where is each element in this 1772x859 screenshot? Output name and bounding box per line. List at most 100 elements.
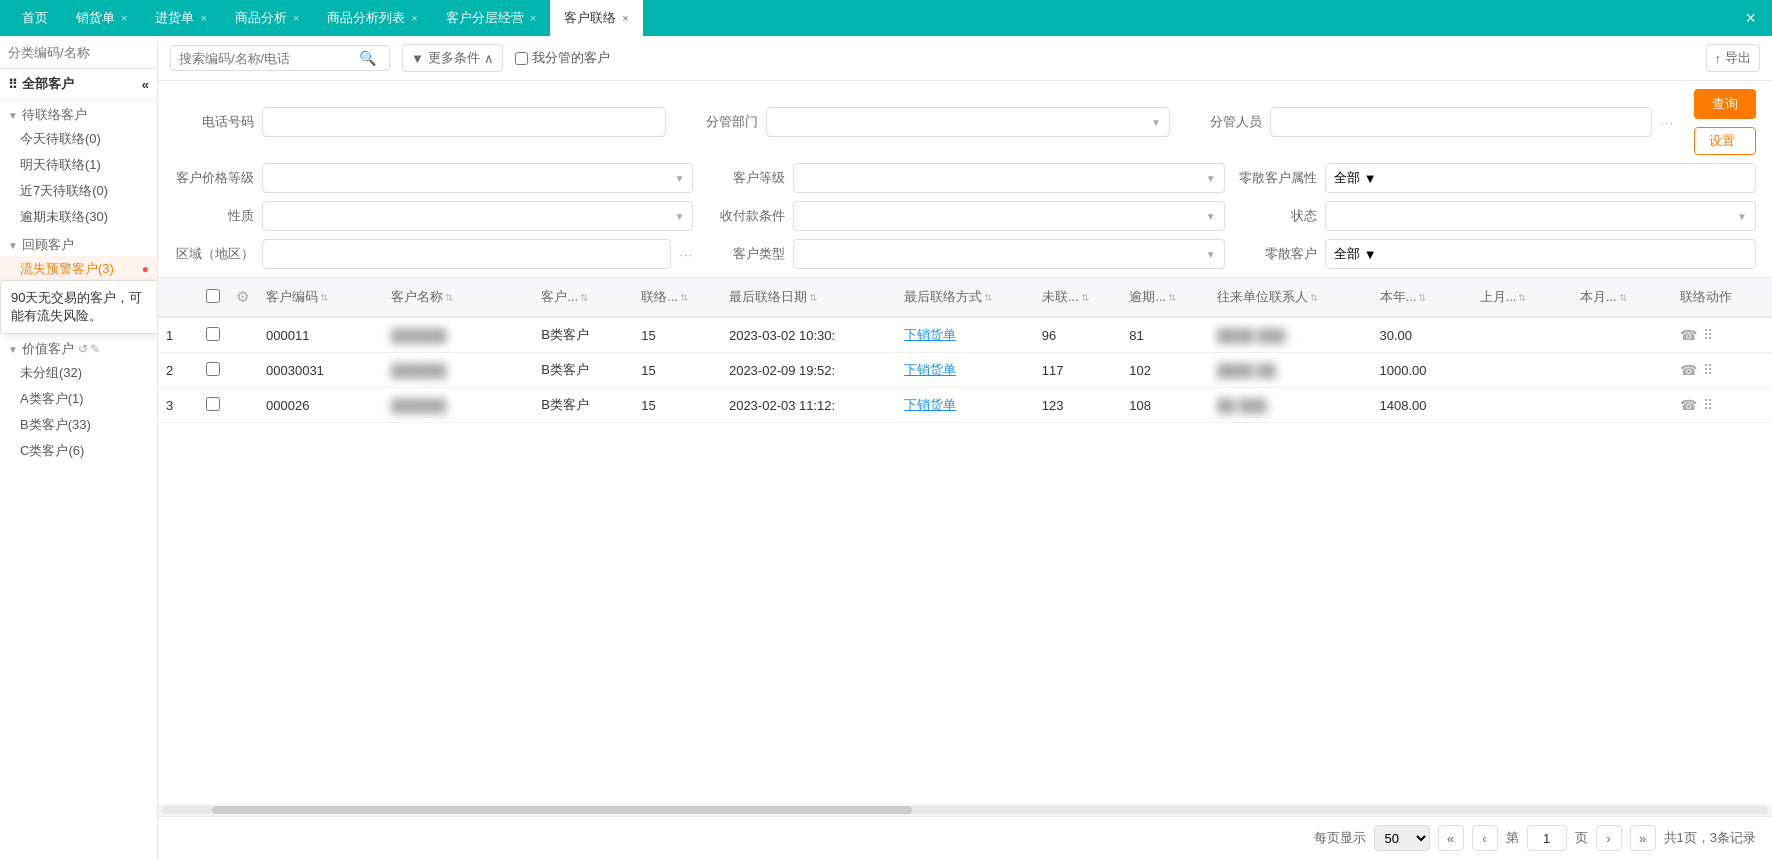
col-code[interactable]: 客户编码 ⇅	[258, 278, 383, 317]
more-icon[interactable]: ⠿	[1703, 362, 1713, 378]
nav-home[interactable]: 首页	[8, 0, 62, 36]
sidebar-item-ungrouped[interactable]: 未分组(32)	[0, 360, 157, 386]
status-select[interactable]: ▼	[1325, 201, 1756, 231]
row-index: 1	[158, 317, 198, 353]
sidebar-item-today[interactable]: 今天待联络(0)	[0, 126, 157, 152]
col-overdue[interactable]: 逾期... ⇅	[1121, 278, 1209, 317]
close-icon[interactable]: ×	[411, 12, 417, 24]
horizontal-scrollbar[interactable]	[158, 804, 1772, 816]
filter-row-1: 电话号码 分管部门 ▼ 分管人员 ···	[174, 89, 1756, 155]
col-last-month[interactable]: 上月... ⇅	[1472, 278, 1572, 317]
col-last-method[interactable]: 最后联络方式 ⇅	[896, 278, 1034, 317]
sidebar-group-pending[interactable]: ▼ 待联络客户	[0, 100, 157, 126]
col-this-month[interactable]: 本月... ⇅	[1572, 278, 1672, 317]
filter-more-button[interactable]: ▼ 更多条件 ∧	[402, 44, 503, 72]
nav-customer-contact[interactable]: 客户联络 ×	[550, 0, 642, 36]
sidebar-item-overdue[interactable]: 逾期未联络(30)	[0, 204, 157, 230]
my-customers-checkbox-wrap[interactable]: 我分管的客户	[515, 49, 610, 67]
filter-retail-attr: 零散客户属性 全部 ▼	[1237, 163, 1756, 193]
sort-icon: ⇅	[580, 292, 588, 303]
dept-select[interactable]: ▼	[766, 107, 1170, 137]
export-button[interactable]: ↑ 导出	[1706, 44, 1761, 72]
page-input[interactable]	[1527, 825, 1567, 851]
close-icon[interactable]: ×	[200, 12, 206, 24]
row-type: B类客户	[533, 388, 633, 423]
customer-type-select[interactable]: ▼	[793, 239, 1224, 269]
nature-select[interactable]: ▼	[262, 201, 693, 231]
filter-row-4: 区域（地区） ··· 客户类型 ▼ 零散客户 全部	[174, 239, 1756, 269]
refresh-icon[interactable]: ↺	[78, 342, 88, 356]
price-level-label: 客户价格等级	[174, 169, 254, 187]
retail-attr-select[interactable]: 全部 ▼	[1325, 163, 1756, 193]
close-all-button[interactable]: ×	[1737, 8, 1764, 29]
query-button[interactable]: 查询	[1694, 89, 1756, 119]
sidebar-group-value[interactable]: ▼ 价值客户 ↺ ✎	[0, 334, 157, 360]
next-page-button[interactable]: ›	[1596, 825, 1622, 851]
retail-customer-select[interactable]: 全部 ▼	[1325, 239, 1756, 269]
dots-icon[interactable]: ···	[679, 247, 693, 262]
my-customers-checkbox[interactable]	[515, 52, 528, 65]
last-page-button[interactable]: »	[1630, 825, 1656, 851]
close-icon[interactable]: ×	[121, 12, 127, 24]
sidebar-all-customers[interactable]: ⠿ 全部客户 «	[0, 69, 157, 100]
chevron-down-icon: ▼	[1206, 173, 1216, 184]
sidebar-group-review[interactable]: ▼ 回顾客户	[0, 230, 157, 256]
sidebar-search-input[interactable]	[8, 45, 158, 60]
col-uncontacted[interactable]: 未联... ⇅	[1034, 278, 1122, 317]
col-contacts[interactable]: 往来单位联系人 ⇅	[1209, 278, 1372, 317]
contact-icon[interactable]: ☎	[1680, 327, 1697, 343]
col-last-date[interactable]: 最后联络日期 ⇅	[721, 278, 896, 317]
manager-select[interactable]	[1270, 107, 1652, 137]
gear-icon[interactable]: ⚙	[236, 288, 249, 305]
edit-icon[interactable]: ✎	[90, 342, 100, 356]
payment-select[interactable]: ▼	[793, 201, 1224, 231]
first-page-button[interactable]: «	[1438, 825, 1464, 851]
sidebar-item-churn-warning[interactable]: 流失预警客户(3) ●	[0, 256, 157, 282]
search-input[interactable]	[179, 51, 359, 66]
row-select-checkbox[interactable]	[206, 327, 220, 341]
scrollbar-thumb[interactable]	[212, 806, 912, 814]
nav-purchase[interactable]: 进货单 ×	[141, 0, 220, 36]
col-name[interactable]: 客户名称 ⇅	[383, 278, 533, 317]
row-contact-count: 15	[633, 388, 721, 423]
sidebar-item-class-a[interactable]: A类客户(1)	[0, 386, 157, 412]
collapse-icon[interactable]: «	[142, 77, 149, 92]
contact-icon[interactable]: ☎	[1680, 362, 1697, 378]
col-this-year[interactable]: 本年... ⇅	[1372, 278, 1472, 317]
close-icon[interactable]: ×	[530, 12, 536, 24]
more-icon[interactable]: ⠿	[1703, 327, 1713, 343]
page-size-label: 每页显示	[1314, 829, 1366, 847]
close-icon[interactable]: ×	[622, 12, 628, 24]
prev-page-button[interactable]: ‹	[1472, 825, 1498, 851]
sidebar-item-7days[interactable]: 近7天待联络(0)	[0, 178, 157, 204]
col-contact[interactable]: 联络... ⇅	[633, 278, 721, 317]
page-label-pre: 第	[1506, 829, 1519, 847]
nav-sales[interactable]: 销货单 ×	[62, 0, 141, 36]
row-select-checkbox[interactable]	[206, 362, 220, 376]
phone-input[interactable]	[262, 107, 666, 137]
row-overdue: 108	[1121, 388, 1209, 423]
row-select-checkbox[interactable]	[206, 397, 220, 411]
row-last-method[interactable]: 下销货单	[896, 388, 1034, 423]
sidebar-item-tomorrow[interactable]: 明天待联络(1)	[0, 152, 157, 178]
sidebar-item-class-b[interactable]: B类客户(33)	[0, 412, 157, 438]
nav-customer-tier[interactable]: 客户分层经营 ×	[432, 0, 550, 36]
close-icon[interactable]: ×	[293, 12, 299, 24]
page-size-select[interactable]: 50 20 100	[1374, 825, 1430, 851]
sidebar-item-class-c[interactable]: C类客户(6)	[0, 438, 157, 464]
select-all-checkbox[interactable]	[206, 289, 220, 303]
customer-level-select[interactable]: ▼	[793, 163, 1224, 193]
row-last-method[interactable]: 下销货单	[896, 317, 1034, 353]
search-button[interactable]: 🔍	[359, 50, 376, 66]
contact-icon[interactable]: ☎	[1680, 397, 1697, 413]
more-icon[interactable]: ⠿	[1703, 397, 1713, 413]
nav-product-analysis[interactable]: 商品分析 ×	[221, 0, 313, 36]
region-label: 区域（地区）	[174, 245, 254, 263]
nav-product-list[interactable]: 商品分析列表 ×	[313, 0, 431, 36]
settings-button[interactable]: 设置	[1694, 127, 1756, 155]
col-type[interactable]: 客户... ⇅	[533, 278, 633, 317]
price-level-select[interactable]: ▼	[262, 163, 693, 193]
row-last-method[interactable]: 下销货单	[896, 353, 1034, 388]
dots-icon[interactable]: ···	[1660, 115, 1674, 130]
region-select[interactable]	[262, 239, 671, 269]
